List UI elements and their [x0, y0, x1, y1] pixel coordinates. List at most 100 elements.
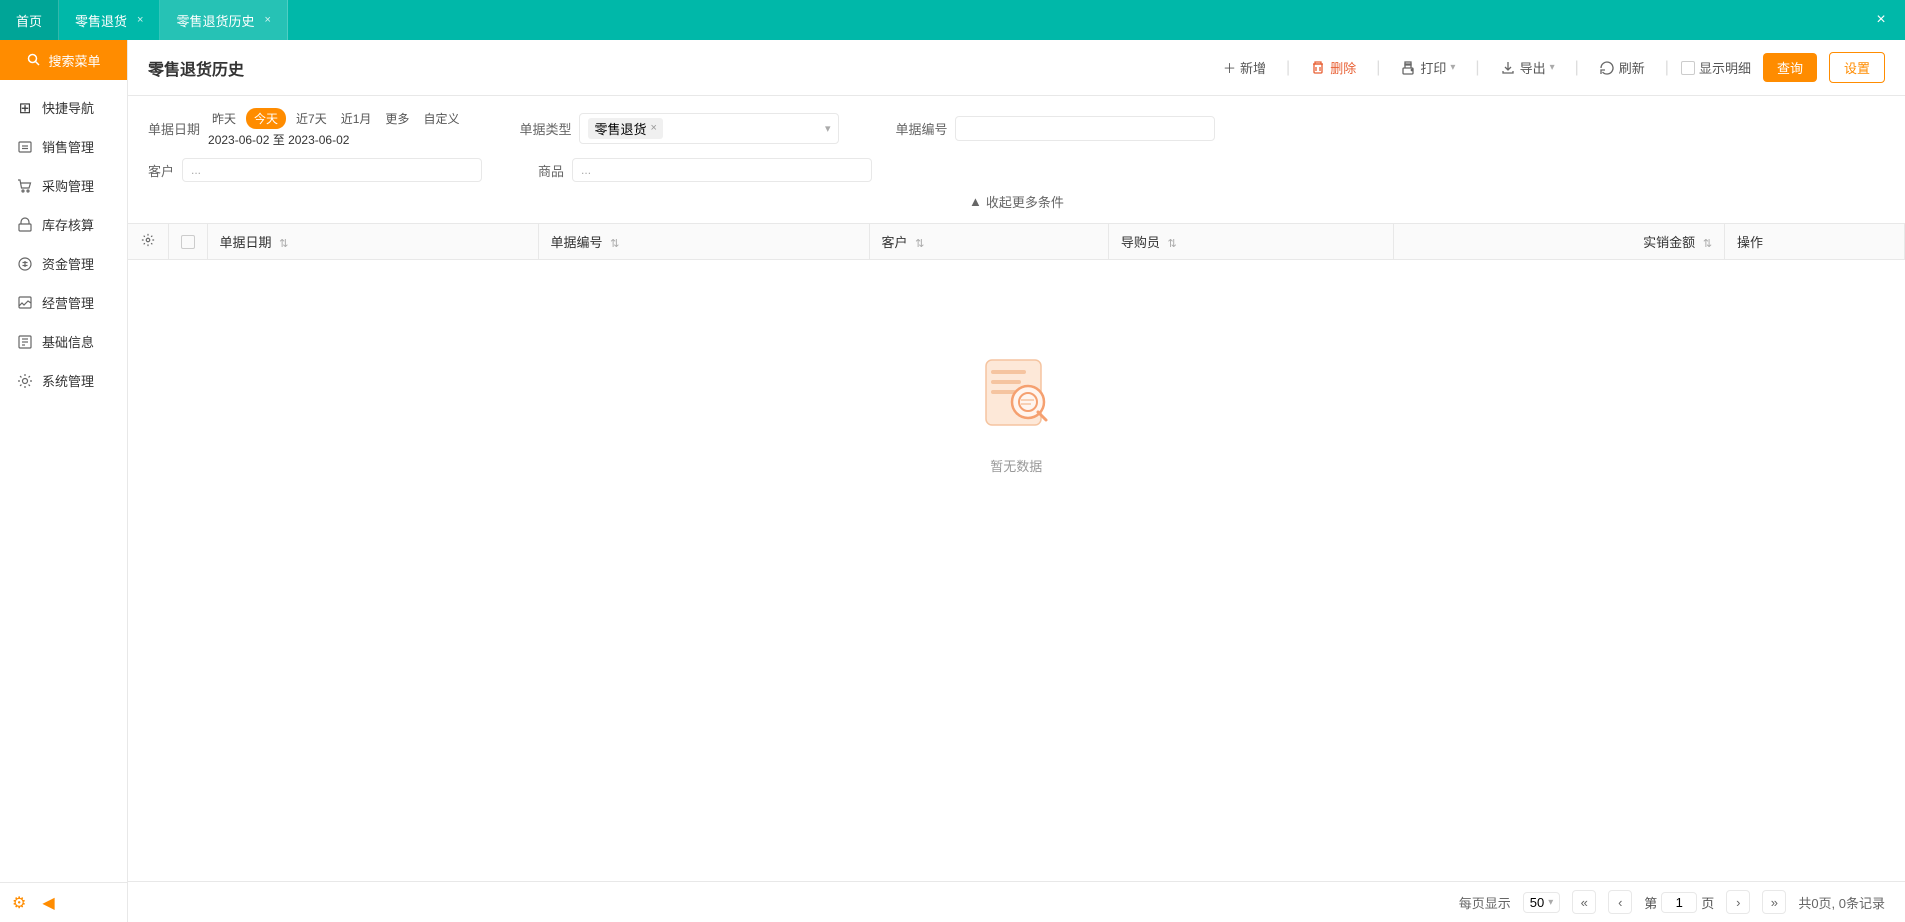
per-page-select[interactable]: 50 ▾: [1523, 892, 1561, 913]
sidebar-item-inventory[interactable]: 库存核算: [0, 205, 127, 244]
th-date-label: 单据日期: [220, 235, 272, 250]
last-page-button[interactable]: »: [1762, 890, 1786, 914]
doc-type-tag: 零售退货 ×: [588, 118, 662, 139]
sidebar-item-purchase[interactable]: 采购管理: [0, 166, 127, 205]
divider-2: |: [1376, 59, 1380, 77]
window-close-button[interactable]: ×: [1873, 12, 1889, 28]
table-body: 暂无数据: [128, 260, 1905, 556]
tab-retail-return-history-close[interactable]: ×: [264, 14, 270, 26]
query-button-label: 查询: [1777, 58, 1803, 77]
new-button[interactable]: ＋ 新增: [1215, 54, 1274, 81]
doc-type-tag-close[interactable]: ×: [650, 122, 656, 134]
last-page-icon: »: [1771, 895, 1778, 910]
date-today[interactable]: 今天: [246, 108, 286, 129]
settings-button[interactable]: 设置: [1829, 52, 1885, 83]
customer-label: 客户: [148, 161, 174, 180]
th-amount[interactable]: 实销金额 ⇅: [1394, 224, 1725, 260]
sidebar-nav: ⊞ 快捷导航 销售管理 采购管理 库存核算: [0, 80, 127, 882]
page-title: 零售退货历史: [148, 56, 244, 80]
delete-button[interactable]: 删除: [1302, 54, 1364, 81]
operations-icon: [16, 294, 34, 312]
collapse-button[interactable]: ▲ 收起更多条件: [969, 192, 1064, 211]
sidebar-item-system[interactable]: 系统管理: [0, 361, 127, 400]
date-1month[interactable]: 近1月: [337, 108, 376, 129]
th-doc-no[interactable]: 单据编号 ⇅: [538, 224, 869, 260]
purchase-icon: [16, 177, 34, 195]
display-toggle[interactable]: 显示明细: [1681, 58, 1751, 77]
sidebar: 搜索菜单 ⊞ 快捷导航 销售管理 采购管理: [0, 40, 128, 922]
sidebar-item-label: 系统管理: [42, 371, 94, 390]
tab-retail-return[interactable]: 零售退货 ×: [59, 0, 160, 40]
divider-4: |: [1575, 59, 1579, 77]
refresh-button[interactable]: 刷新: [1591, 54, 1653, 81]
date-yesterday[interactable]: 昨天: [208, 108, 240, 129]
sidebar-item-quick-nav[interactable]: ⊞ 快捷导航: [0, 88, 127, 127]
per-page-chevron-icon: ▾: [1548, 897, 1553, 908]
settings-icon[interactable]: ⚙: [12, 893, 26, 913]
tab-retail-return-history[interactable]: 零售退货历史 ×: [160, 0, 287, 40]
sort-amount-icon: ⇅: [1703, 237, 1712, 250]
filter-area: 单据日期 昨天 今天 近7天 近1月 更多 自定义 2023-06-02 至 2…: [128, 96, 1905, 224]
sidebar-item-basic-info[interactable]: 基础信息: [0, 322, 127, 361]
sidebar-item-label: 采购管理: [42, 176, 94, 195]
customer-select[interactable]: ...: [182, 158, 482, 182]
print-button[interactable]: 打印 ▾: [1392, 54, 1463, 81]
customer-placeholder: ...: [191, 163, 201, 177]
export-button[interactable]: 导出 ▾: [1492, 54, 1563, 81]
goods-filter-group: 商品 ...: [538, 158, 872, 182]
quick-nav-icon: ⊞: [16, 99, 34, 117]
refresh-icon: [1599, 59, 1615, 76]
search-icon: [26, 52, 42, 69]
print-icon: [1400, 59, 1416, 76]
doc-type-select[interactable]: 零售退货 × ▾: [579, 113, 839, 144]
date-shortcuts: 昨天 今天 近7天 近1月 更多 自定义: [208, 108, 463, 129]
goods-label: 商品: [538, 161, 564, 180]
top-bar: 首页 零售退货 × 零售退货历史 × ×: [0, 0, 1905, 40]
sidebar-item-label: 基础信息: [42, 332, 94, 351]
query-button[interactable]: 查询: [1763, 53, 1817, 82]
sidebar-item-label: 经营管理: [42, 293, 94, 312]
sort-guide-icon: ⇅: [1167, 237, 1176, 250]
tab-list: 首页 零售退货 × 零售退货历史 ×: [0, 0, 1873, 40]
sidebar-item-operations[interactable]: 经营管理: [0, 283, 127, 322]
page-input[interactable]: [1661, 892, 1697, 913]
prev-page-icon: ‹: [1618, 895, 1622, 910]
collapse-icon: ▲: [969, 194, 982, 209]
doc-no-filter-group: 单据编号: [895, 116, 1215, 141]
sort-doc-no-icon: ⇅: [610, 237, 619, 250]
doc-no-input[interactable]: [955, 116, 1215, 141]
first-page-button[interactable]: «: [1572, 890, 1596, 914]
th-gear[interactable]: [128, 224, 168, 260]
sidebar-item-finance[interactable]: 资金管理: [0, 244, 127, 283]
display-toggle-label: 显示明细: [1699, 58, 1751, 77]
divider-5: |: [1665, 59, 1669, 77]
th-guide[interactable]: 导购员 ⇅: [1108, 224, 1393, 260]
tab-home[interactable]: 首页: [0, 0, 59, 40]
doc-type-filter-group: 单据类型 零售退货 × ▾: [519, 113, 839, 144]
export-button-label: 导出: [1520, 58, 1546, 77]
date-filter-group: 单据日期 昨天 今天 近7天 近1月 更多 自定义 2023-06-02 至 2…: [148, 108, 463, 148]
date-custom[interactable]: 自定义: [419, 108, 463, 129]
sidebar-bottom: ⚙ ◀: [0, 882, 127, 922]
sort-date-icon: ⇅: [279, 237, 288, 250]
date-7days[interactable]: 近7天: [292, 108, 331, 129]
th-date[interactable]: 单据日期 ⇅: [207, 224, 538, 260]
sidebar-item-sales[interactable]: 销售管理: [0, 127, 127, 166]
export-icon: [1500, 59, 1516, 76]
goods-select[interactable]: ...: [572, 158, 872, 182]
date-more[interactable]: 更多: [381, 108, 413, 129]
doc-type-tag-value: 零售退货: [594, 119, 646, 138]
th-customer[interactable]: 客户 ⇅: [869, 224, 1108, 260]
sidebar-search[interactable]: 搜索菜单: [0, 40, 127, 80]
display-checkbox[interactable]: [1681, 61, 1695, 75]
th-checkbox[interactable]: [168, 224, 207, 260]
collapse-sidebar-icon[interactable]: ◀: [42, 893, 54, 913]
next-page-button[interactable]: ›: [1726, 890, 1750, 914]
refresh-button-label: 刷新: [1619, 58, 1645, 77]
export-chevron-icon: ▾: [1550, 62, 1555, 73]
prev-page-button[interactable]: ‹: [1608, 890, 1632, 914]
delete-button-label: 删除: [1330, 58, 1356, 77]
page-label: 第: [1644, 893, 1657, 912]
tab-retail-return-close[interactable]: ×: [137, 14, 143, 26]
filter-row-2: 客户 ... 商品 ...: [148, 158, 1885, 182]
